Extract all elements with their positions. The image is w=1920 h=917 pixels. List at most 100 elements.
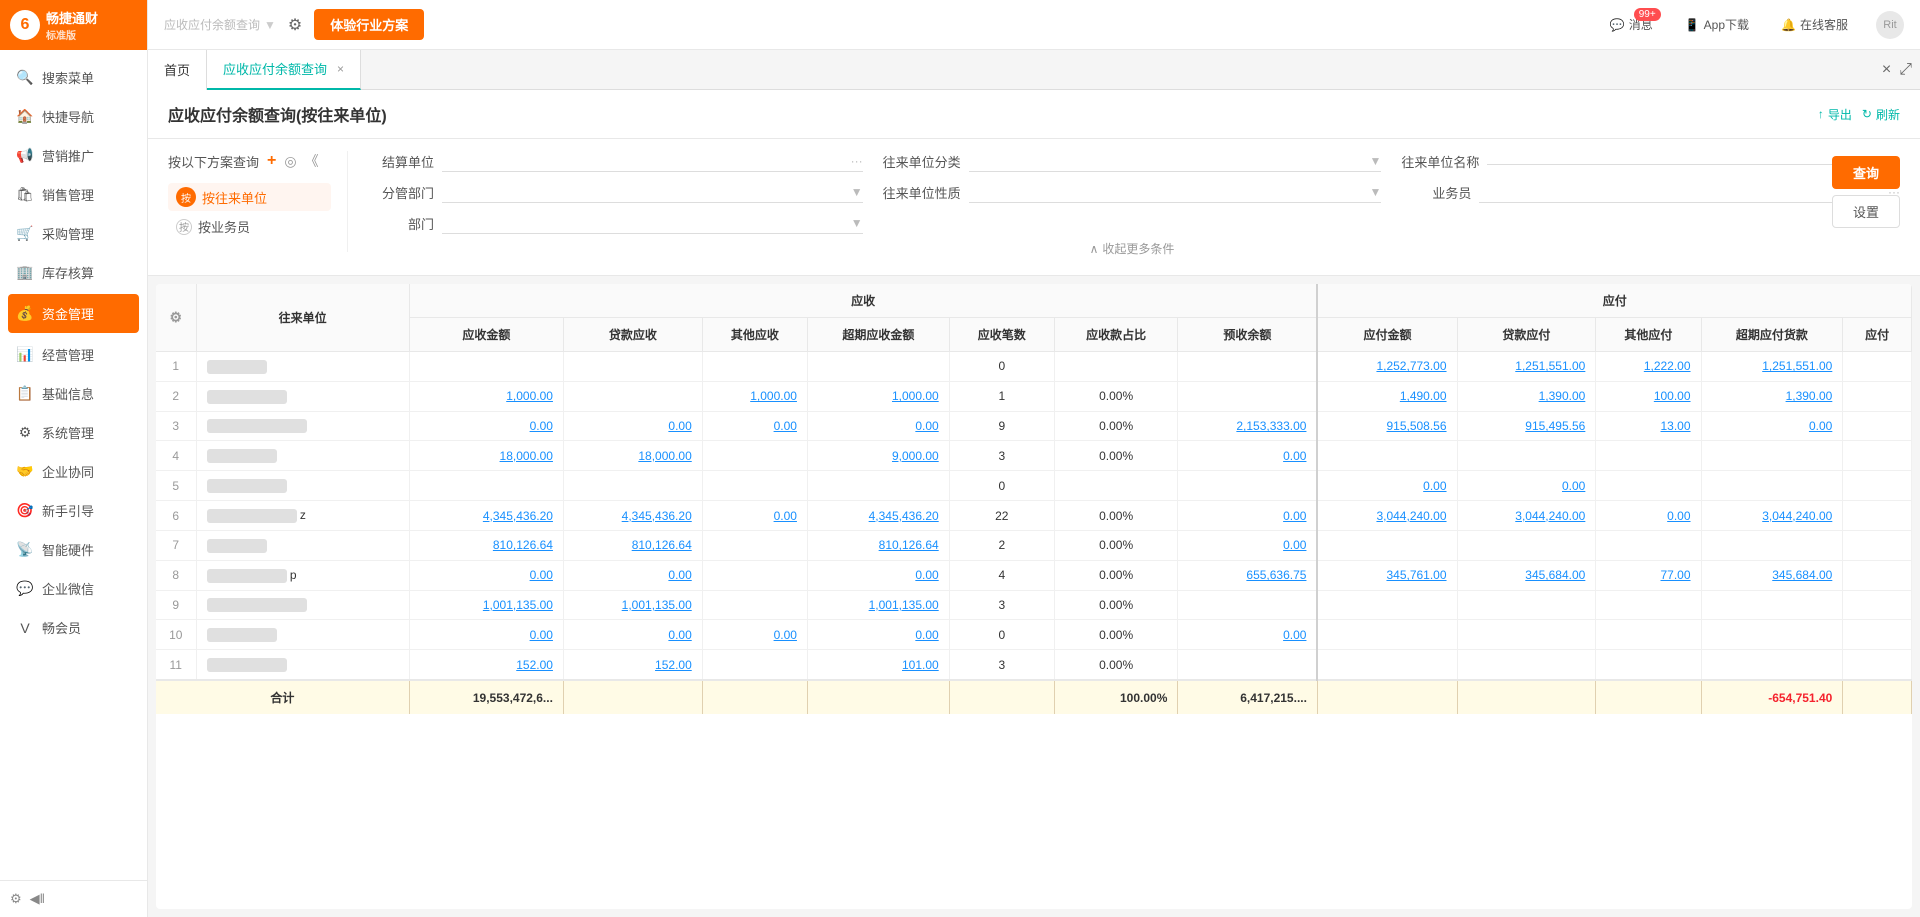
sales-icon: 🛍: [16, 186, 34, 203]
col-settings-th: ⚙: [156, 284, 196, 352]
sidebar-item-label: 基础信息: [42, 384, 94, 403]
support-icon: 🔔: [1781, 18, 1796, 32]
sidebar-logo: 6 畅捷通财 标准版: [0, 0, 147, 50]
table-body: 101,252,773.001,251,551.001,222.001,251,…: [156, 352, 1912, 681]
sidebar-item-guide[interactable]: 🎯 新手引导: [0, 491, 147, 530]
sidebar-item-hardware[interactable]: 📡 智能硬件: [0, 530, 147, 569]
wechat-icon: 💬: [16, 580, 34, 597]
filter-nav-partner[interactable]: 按 按往来单位: [168, 183, 331, 211]
sidebar-item-operation[interactable]: 📊 经营管理: [0, 335, 147, 374]
tab-receivable[interactable]: 应收应付余额查询 ×: [207, 50, 361, 90]
sidebar-item-basic[interactable]: 📋 基础信息: [0, 374, 147, 413]
filter-settlement-unit: 结算单位 ···: [364, 151, 863, 172]
sidebar-item-search[interactable]: 🔍 搜索菜单: [0, 58, 147, 97]
col-payable-group: 应付: [1317, 284, 1911, 318]
sidebar-item-marketing[interactable]: 📢 营销推广: [0, 136, 147, 175]
filter-scheme-btn[interactable]: 《: [305, 151, 319, 171]
footer-loan-recv: [563, 680, 702, 714]
sidebar-item-label: 库存核算: [42, 263, 94, 282]
download-icon: 📱: [1685, 18, 1700, 32]
sidebar-item-wechat[interactable]: 💬 企业微信: [0, 569, 147, 608]
sidebar-item-label: 营销推广: [42, 146, 94, 165]
collapse-bar[interactable]: ∧ 收起更多条件: [364, 234, 1900, 263]
col-pay-suffix-th: 应付: [1843, 318, 1912, 352]
sidebar-item-label: 畅会员: [42, 618, 81, 637]
sidebar-item-inventory[interactable]: 🏢 库存核算: [0, 253, 147, 292]
logo-text: 畅捷通财 标准版: [46, 8, 98, 42]
filter-nav2-label: 按业务员: [198, 217, 250, 236]
messages-button[interactable]: 💬 消息 99+: [1610, 16, 1653, 33]
sidebar-nav: 🔍 搜索菜单 🏠 快捷导航 📢 营销推广 🛍 销售管理 🛒 采购管理 🏢 库存核…: [0, 50, 147, 880]
cta-button[interactable]: 体验行业方案: [314, 9, 424, 40]
operation-icon: 📊: [16, 346, 34, 363]
header: 应收应付余额查询 ▼ ⚙ 体验行业方案 💬 消息 99+ 📱 App下载 🔔 在…: [148, 0, 1920, 50]
page-actions: ↑ 导出 ↻ 刷新: [1818, 106, 1900, 135]
export-label: 导出: [1828, 106, 1852, 123]
tab-close-icon[interactable]: ×: [337, 62, 344, 76]
footer-recv-ratio: 100.00%: [1054, 680, 1177, 714]
purchase-icon: 🛒: [16, 225, 34, 242]
filter-right: 结算单位 ··· 往来单位分类 ▼ 往来单位: [364, 151, 1900, 263]
query-button[interactable]: 查询: [1832, 156, 1900, 189]
filter-dept-mgr: 分管部门 ▼: [364, 182, 863, 203]
dept-input[interactable]: ▼: [442, 213, 863, 234]
filter-header: 按以下方案查询 + ◎ 《: [168, 151, 331, 171]
sidebar-item-finance[interactable]: 💰 资金管理: [8, 294, 139, 333]
avatar[interactable]: Rit: [1876, 11, 1904, 39]
window-close-icon[interactable]: ×: [1882, 61, 1891, 79]
settlement-unit-input[interactable]: ···: [442, 151, 863, 172]
table-row: 7810,126.64810,126.64810,126.6420.00%0.0…: [156, 530, 1912, 560]
footer-pay-suffix: [1843, 680, 1912, 714]
footer-pay-amount: [1317, 680, 1457, 714]
online-support-button[interactable]: 🔔 在线客服: [1781, 16, 1848, 33]
sidebar-item-system[interactable]: ⚙ 系统管理: [0, 413, 147, 452]
refresh-button[interactable]: ↻ 刷新: [1862, 106, 1900, 123]
settings-button[interactable]: 设置: [1832, 195, 1900, 228]
sidebar-settings-btn[interactable]: ⚙: [10, 891, 22, 907]
filter-nav1-label: 按往来单位: [202, 188, 267, 207]
app-download-button[interactable]: 📱 App下载: [1685, 16, 1749, 33]
filter-add-btn[interactable]: +: [267, 152, 276, 170]
finance-icon: 💰: [16, 305, 34, 322]
col-advance-th: 预收余额: [1178, 318, 1318, 352]
partner-nature-input[interactable]: ▼: [969, 182, 1382, 203]
basic-icon: 📋: [16, 385, 34, 402]
col-partner-th: 往来单位: [196, 284, 409, 352]
dept-mgr-input[interactable]: ▼: [442, 182, 863, 203]
table-row: 8 p0.000.000.0040.00%655,636.75345,761.0…: [156, 560, 1912, 590]
sidebar: 6 畅捷通财 标准版 🔍 搜索菜单 🏠 快捷导航 📢 营销推广 🛍 销售管理 🛒…: [0, 0, 148, 917]
table-row: 30.000.000.000.0090.00%2,153,333.00915,5…: [156, 411, 1912, 441]
sidebar-item-member[interactable]: V 畅会员: [0, 608, 147, 647]
partner-nature-arrow[interactable]: ▼: [1369, 185, 1381, 199]
tabs-bar: 首页 应收应付余额查询 × × ⤢: [148, 50, 1920, 90]
sidebar-collapse-btn[interactable]: ◀‖: [30, 891, 45, 907]
footer-recv-total: 19,553,472,6...: [409, 680, 563, 714]
refresh-label: 刷新: [1876, 106, 1900, 123]
home-icon: 🏠: [16, 108, 34, 125]
app-download-label: App下载: [1704, 16, 1749, 33]
logo-main: 畅捷通财: [46, 8, 98, 27]
sidebar-item-label: 采购管理: [42, 224, 94, 243]
partner-category-arrow[interactable]: ▼: [1369, 154, 1381, 168]
dept-mgr-arrow[interactable]: ▼: [851, 185, 863, 199]
table-settings-icon[interactable]: ⚙: [169, 309, 182, 325]
table-row: 100.000.000.000.0000.00%0.00: [156, 620, 1912, 650]
settlement-unit-dots[interactable]: ···: [851, 154, 863, 168]
dept-arrow[interactable]: ▼: [851, 216, 863, 230]
col-receivable-group: 应收: [409, 284, 1317, 318]
tab-home[interactable]: 首页: [148, 50, 207, 90]
filter-icon1[interactable]: ◎: [284, 153, 296, 170]
sidebar-item-sales[interactable]: 🛍 销售管理: [0, 175, 147, 214]
logo-sub: 标准版: [46, 27, 98, 42]
sidebar-item-nav[interactable]: 🏠 快捷导航: [0, 97, 147, 136]
filter-grid: 结算单位 ··· 往来单位分类 ▼ 往来单位: [364, 151, 1900, 234]
partner-category-input[interactable]: ▼: [969, 151, 1382, 172]
export-button[interactable]: ↑ 导出: [1818, 106, 1852, 123]
header-settings-icon[interactable]: ⚙: [288, 15, 302, 35]
filter-nav-salesman[interactable]: 按 按业务员: [168, 213, 331, 240]
window-expand-icon[interactable]: ⤢: [1899, 61, 1912, 79]
footer-label: 合计: [156, 680, 409, 714]
sidebar-item-purchase[interactable]: 🛒 采购管理: [0, 214, 147, 253]
sidebar-item-collab[interactable]: 🤝 企业协同: [0, 452, 147, 491]
filter-left: 按以下方案查询 + ◎ 《 按 按往来单位 按 按业务员: [168, 151, 348, 252]
